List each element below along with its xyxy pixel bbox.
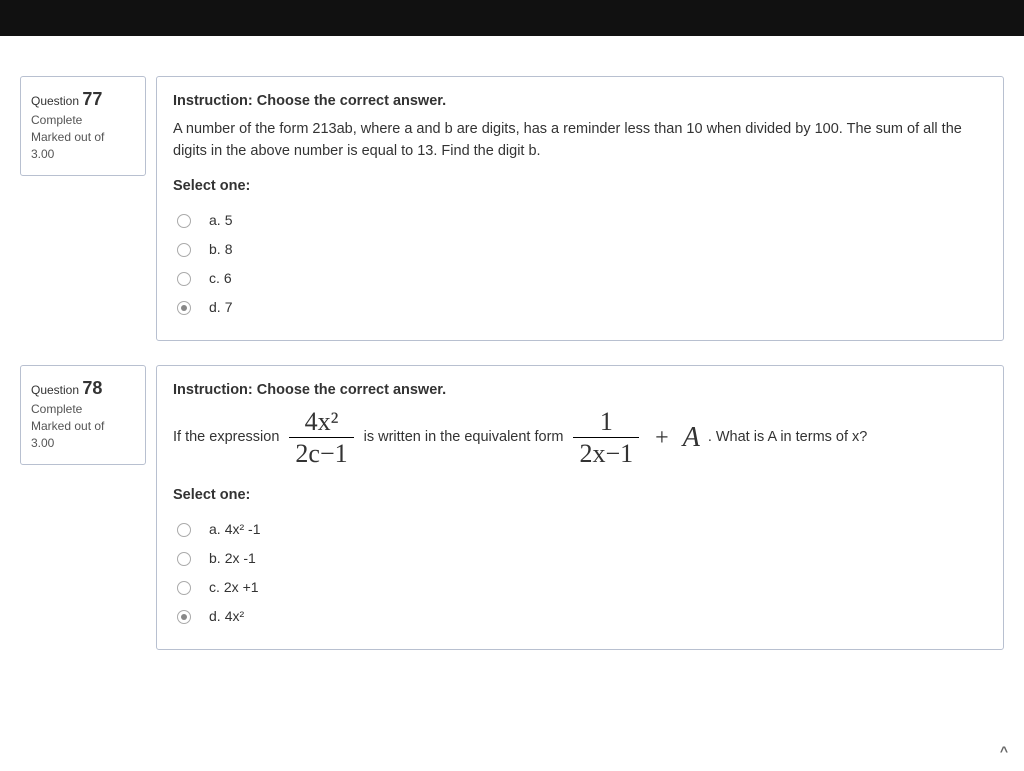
question-77: Question 77 Complete Marked out of 3.00 …	[20, 76, 1004, 341]
question-content: Instruction: Choose the correct answer. …	[156, 365, 1004, 650]
option-label: a.4x² -1	[209, 519, 260, 540]
option-label: b.8	[209, 239, 232, 260]
question-label: Question	[31, 94, 79, 108]
fraction-2: 1 2x−1	[573, 408, 639, 468]
radio-icon[interactable]	[177, 272, 191, 286]
option-text: 6	[224, 270, 232, 286]
radio-icon[interactable]	[177, 581, 191, 595]
option-label: d.4x²	[209, 606, 244, 627]
question-status: Complete	[31, 401, 135, 418]
scroll-to-top-icon[interactable]: ^	[1000, 743, 1008, 759]
fraction-denominator: 2x−1	[573, 437, 639, 467]
marked-out-of-value: 3.00	[31, 146, 135, 163]
fraction-denominator: 2c−1	[289, 437, 353, 467]
question-78: Question 78 Complete Marked out of 3.00 …	[20, 365, 1004, 650]
option-label: c.6	[209, 268, 232, 289]
option-key: c.	[209, 270, 220, 286]
option-key: a.	[209, 521, 221, 537]
radio-icon[interactable]	[177, 552, 191, 566]
option-label: a.5	[209, 210, 232, 231]
option-key: b.	[209, 550, 221, 566]
option-c[interactable]: c.6	[173, 264, 987, 293]
text-prefix: If the expression	[173, 427, 279, 449]
page-content: Question 77 Complete Marked out of 3.00 …	[0, 36, 1024, 694]
radio-icon[interactable]	[177, 214, 191, 228]
question-label: Question	[31, 383, 79, 397]
option-key: b.	[209, 241, 221, 257]
fraction-1: 4x² 2c−1	[289, 408, 353, 468]
instruction-text: Instruction: Choose the correct answer.	[173, 91, 987, 113]
option-text: 5	[225, 212, 233, 228]
variable-A: A	[683, 417, 700, 459]
option-a[interactable]: a.4x² -1	[173, 515, 987, 544]
question-content: Instruction: Choose the correct answer. …	[156, 76, 1004, 341]
radio-icon[interactable]	[177, 243, 191, 257]
options-list: a.5 b.8 c.6	[173, 206, 987, 322]
radio-icon[interactable]	[177, 610, 191, 624]
option-label: b.2x -1	[209, 548, 256, 569]
option-key: a.	[209, 212, 221, 228]
marked-out-of-label: Marked out of	[31, 418, 135, 435]
option-label: c.2x +1	[209, 577, 259, 598]
option-c[interactable]: c.2x +1	[173, 573, 987, 602]
fraction-numerator: 4x²	[299, 408, 345, 437]
text-mid: is written in the equivalent form	[364, 427, 564, 449]
instruction-text: Instruction: Choose the correct answer.	[173, 380, 987, 402]
fraction-numerator: 1	[594, 408, 619, 437]
option-key: c.	[209, 579, 220, 595]
question-info-box: Question 77 Complete Marked out of 3.00	[20, 76, 146, 176]
question-number: 77	[82, 89, 102, 109]
select-one-label: Select one:	[173, 485, 987, 507]
marked-out-of-value: 3.00	[31, 435, 135, 452]
option-key: d.	[209, 608, 221, 624]
option-text: 2x +1	[224, 579, 259, 595]
question-status: Complete	[31, 112, 135, 129]
options-list: a.4x² -1 b.2x -1 c.2x +1	[173, 515, 987, 631]
option-a[interactable]: a.5	[173, 206, 987, 235]
option-d[interactable]: d.7	[173, 293, 987, 322]
option-b[interactable]: b.2x -1	[173, 544, 987, 573]
select-one-label: Select one:	[173, 176, 987, 198]
option-d[interactable]: d.4x²	[173, 602, 987, 631]
question-info-box: Question 78 Complete Marked out of 3.00	[20, 365, 146, 465]
marked-out-of-label: Marked out of	[31, 129, 135, 146]
option-text: 4x²	[225, 608, 244, 624]
option-text: 7	[225, 299, 233, 315]
radio-icon[interactable]	[177, 301, 191, 315]
radio-icon[interactable]	[177, 523, 191, 537]
top-bar	[0, 0, 1024, 36]
plus-sign: +	[655, 420, 669, 456]
option-b[interactable]: b.8	[173, 235, 987, 264]
option-key: d.	[209, 299, 221, 315]
option-text: 2x -1	[225, 550, 256, 566]
text-suffix: . What is A in terms of x?	[708, 427, 868, 449]
option-text: 8	[225, 241, 233, 257]
question-text: If the expression 4x² 2c−1 is written in…	[173, 408, 987, 468]
question-number: 78	[82, 378, 102, 398]
option-label: d.7	[209, 297, 232, 318]
option-text: 4x² -1	[225, 521, 261, 537]
question-text: A number of the form 213ab, where a and …	[173, 119, 987, 163]
